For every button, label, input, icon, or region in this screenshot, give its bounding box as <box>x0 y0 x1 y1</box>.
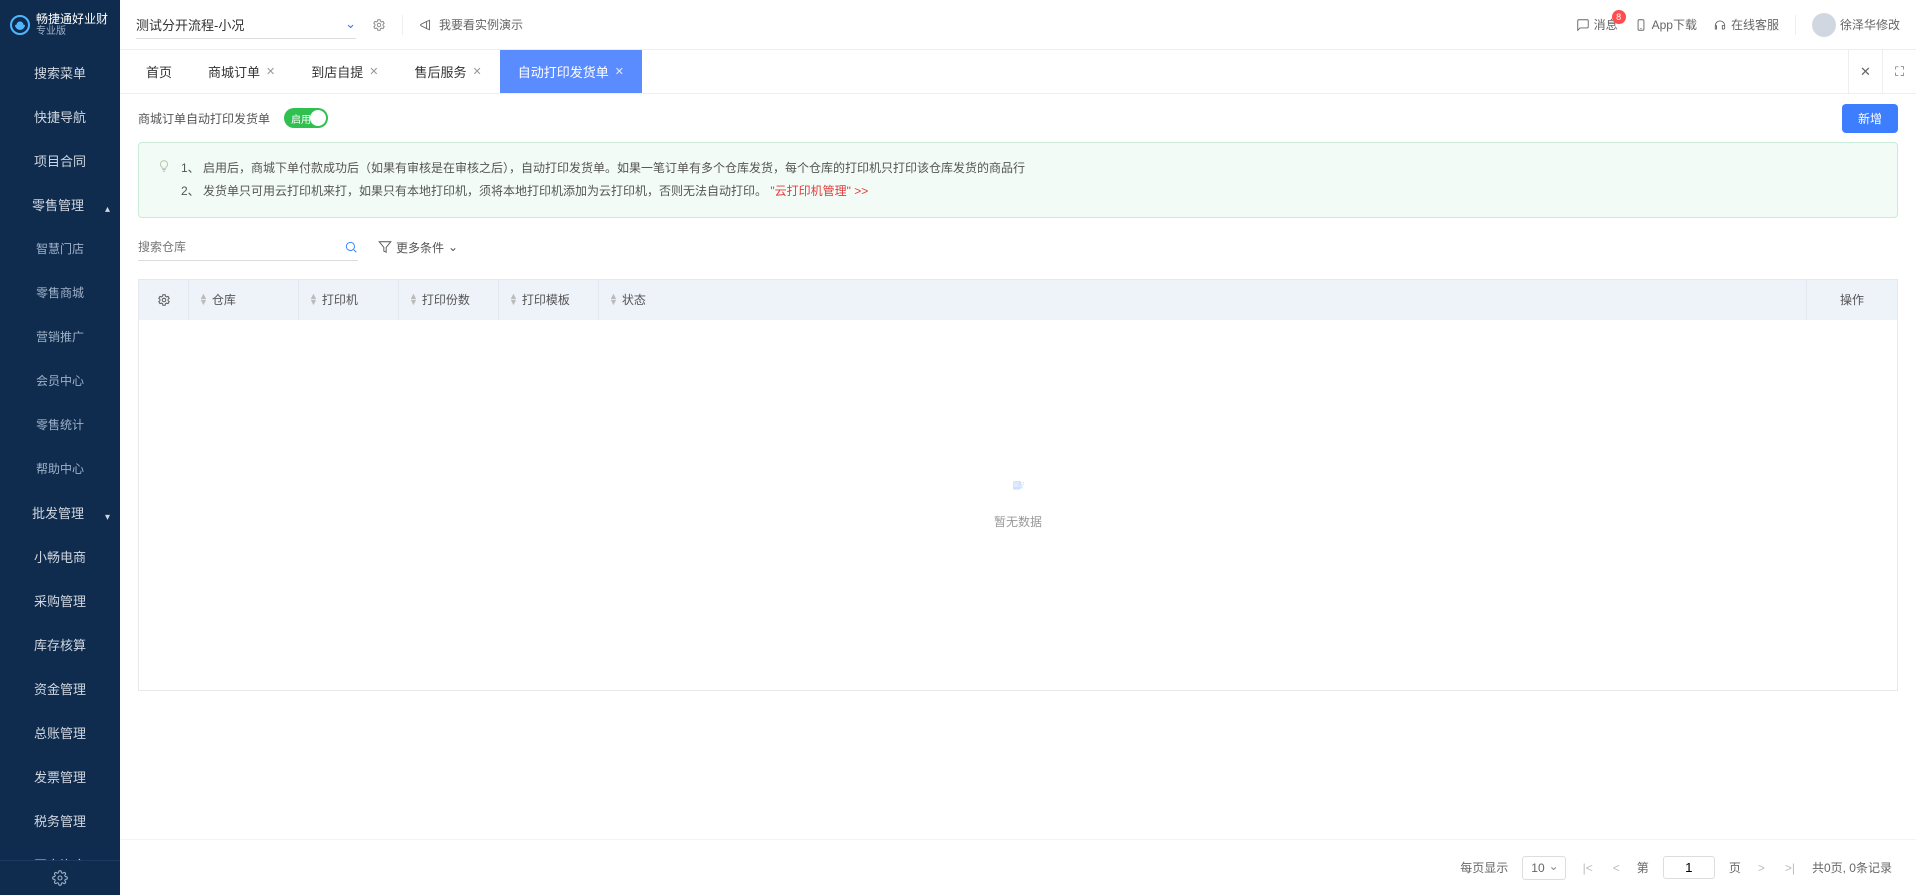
sidebar-item[interactable]: 采购管理 <box>0 578 120 622</box>
divider <box>402 15 403 35</box>
sidebar-item[interactable]: 智慧门店 <box>0 226 120 270</box>
chevron-down-icon: ⌄ <box>448 240 458 254</box>
headset-icon <box>1713 18 1727 32</box>
th-status[interactable]: ▲▼状态 <box>599 280 1807 320</box>
sidebar-settings[interactable] <box>0 860 120 895</box>
search-icon[interactable] <box>344 240 358 254</box>
sidebar-item[interactable]: 零售商城 <box>0 270 120 314</box>
top-header: 测试分开流程-小况 ⌄ 我要看实例演示 消息 8 App下载 在线客服 <box>120 0 1916 50</box>
brand-name: 畅捷通好业财 <box>36 13 108 26</box>
org-settings-icon[interactable] <box>372 18 386 32</box>
sidebar-item[interactable]: 搜索菜单 <box>0 50 120 94</box>
message-badge: 8 <box>1612 10 1626 24</box>
table: ▲▼仓库 ▲▼打印机 ▲▼打印份数 ▲▼打印模板 ▲▼状态 操作 <box>138 279 1898 691</box>
gear-icon <box>52 870 68 886</box>
search-row: 更多条件 ⌄ <box>120 234 1916 279</box>
cloud-printer-link[interactable]: "云打印机管理" >> <box>770 184 868 198</box>
gear-icon <box>157 293 171 307</box>
org-name: 测试分开流程-小况 <box>136 15 244 34</box>
tab[interactable]: 首页 <box>128 50 190 93</box>
sidebar-item[interactable]: 批发管理 <box>0 490 120 534</box>
search-box <box>138 234 358 261</box>
page-last[interactable]: >| <box>1782 861 1798 875</box>
close-icon[interactable]: ✕ <box>473 65 482 78</box>
sidebar-item[interactable]: 小畅电商 <box>0 534 120 578</box>
pagination: 每页显示 10 |< < 第 页 > >| 共0页, 0条记录 <box>120 839 1916 895</box>
tab[interactable]: 自动打印发货单✕ <box>500 50 642 93</box>
tab[interactable]: 售后服务✕ <box>396 50 499 93</box>
sidebar-item[interactable]: 库存核算 <box>0 622 120 666</box>
nav: 搜索菜单快捷导航项目合同零售管理智慧门店零售商城营销推广会员中心零售统计帮助中心… <box>0 50 120 860</box>
th-warehouse[interactable]: ▲▼仓库 <box>189 280 299 320</box>
page-summary: 共0页, 0条记录 <box>1812 859 1892 876</box>
th-config[interactable] <box>139 280 189 320</box>
per-page-select[interactable]: 10 <box>1522 856 1565 880</box>
tab-close-all[interactable]: ✕ <box>1848 50 1882 93</box>
sidebar-item[interactable]: 税务管理 <box>0 798 120 842</box>
per-page-label: 每页显示 <box>1460 859 1508 876</box>
sidebar-item[interactable]: 固定资产 <box>0 842 120 860</box>
megaphone-icon <box>419 18 433 32</box>
page-first[interactable]: |< <box>1580 861 1596 875</box>
close-icon[interactable]: ✕ <box>266 65 275 78</box>
th-operation: 操作 <box>1807 280 1897 320</box>
hdr-app-download[interactable]: App下载 <box>1634 16 1697 33</box>
sidebar-item[interactable]: 资金管理 <box>0 666 120 710</box>
sidebar-item[interactable]: 快捷导航 <box>0 94 120 138</box>
logo: 畅捷通好业财 专业版 <box>0 0 120 50</box>
sidebar-item[interactable]: 零售管理 <box>0 182 120 226</box>
tab-fullscreen[interactable]: ⛶ <box>1882 50 1916 93</box>
close-icon[interactable]: ✕ <box>369 65 378 78</box>
sidebar-item[interactable]: 发票管理 <box>0 754 120 798</box>
th-printer[interactable]: ▲▼打印机 <box>299 280 399 320</box>
new-button[interactable]: 新增 <box>1842 104 1898 133</box>
page-input[interactable] <box>1663 856 1715 879</box>
notice-box: 1、 启用后，商城下单付款成功后（如果有审核是在审核之后），自动打印发货单。如果… <box>138 142 1898 218</box>
org-selector[interactable]: 测试分开流程-小况 ⌄ <box>136 11 356 39</box>
th-template[interactable]: ▲▼打印模板 <box>499 280 599 320</box>
page-next[interactable]: > <box>1755 861 1768 875</box>
sidebar-item[interactable]: 帮助中心 <box>0 446 120 490</box>
sidebar-item[interactable]: 营销推广 <box>0 314 120 358</box>
notice-line-2: 2、 发货单只可用云打印机来打，如果只有本地打印机，须将本地打印机添加为云打印机… <box>181 184 767 198</box>
tabs: 首页商城订单✕到店自提✕售后服务✕自动打印发货单✕ ✕ ⛶ <box>120 50 1916 94</box>
sidebar: 畅捷通好业财 专业版 搜索菜单快捷导航项目合同零售管理智慧门店零售商城营销推广会… <box>0 0 120 895</box>
sidebar-item[interactable]: 项目合同 <box>0 138 120 182</box>
toolbar-label: 商城订单自动打印发货单 <box>138 110 270 127</box>
sidebar-item[interactable]: 零售统计 <box>0 402 120 446</box>
empty-text: 暂无数据 <box>994 513 1042 530</box>
logo-icon <box>10 15 30 35</box>
filter-icon <box>378 240 392 254</box>
th-copies[interactable]: ▲▼打印份数 <box>399 280 499 320</box>
more-conditions[interactable]: 更多条件 ⌄ <box>378 239 458 256</box>
search-input[interactable] <box>138 234 358 260</box>
page-prev[interactable]: < <box>1610 861 1623 875</box>
tab[interactable]: 商城订单✕ <box>190 50 293 93</box>
sidebar-item[interactable]: 总账管理 <box>0 710 120 754</box>
tab[interactable]: 到店自提✕ <box>293 50 396 93</box>
enable-toggle[interactable]: 启用 <box>284 108 328 128</box>
hdr-user[interactable]: 徐泽华修改 <box>1812 13 1900 37</box>
notice-line-1: 1、 启用后，商城下单付款成功后（如果有审核是在审核之后），自动打印发货单。如果… <box>181 157 1025 180</box>
hdr-online-service[interactable]: 在线客服 <box>1713 16 1779 33</box>
hdr-message[interactable]: 消息 8 <box>1576 16 1618 33</box>
demo-link[interactable]: 我要看实例演示 <box>419 16 523 33</box>
phone-icon <box>1634 18 1648 32</box>
chat-icon <box>1576 18 1590 32</box>
brand-edition: 专业版 <box>36 26 108 37</box>
toolbar: 商城订单自动打印发货单 启用 新增 <box>120 94 1916 142</box>
lightbulb-icon <box>157 159 171 173</box>
empty-illustration <box>1011 479 1025 493</box>
chevron-down-icon: ⌄ <box>345 16 356 32</box>
sidebar-item[interactable]: 会员中心 <box>0 358 120 402</box>
avatar <box>1812 13 1836 37</box>
close-icon[interactable]: ✕ <box>615 65 624 78</box>
table-header: ▲▼仓库 ▲▼打印机 ▲▼打印份数 ▲▼打印模板 ▲▼状态 操作 <box>139 280 1897 320</box>
divider <box>1795 15 1796 35</box>
empty-state: 暂无数据 <box>139 320 1897 690</box>
